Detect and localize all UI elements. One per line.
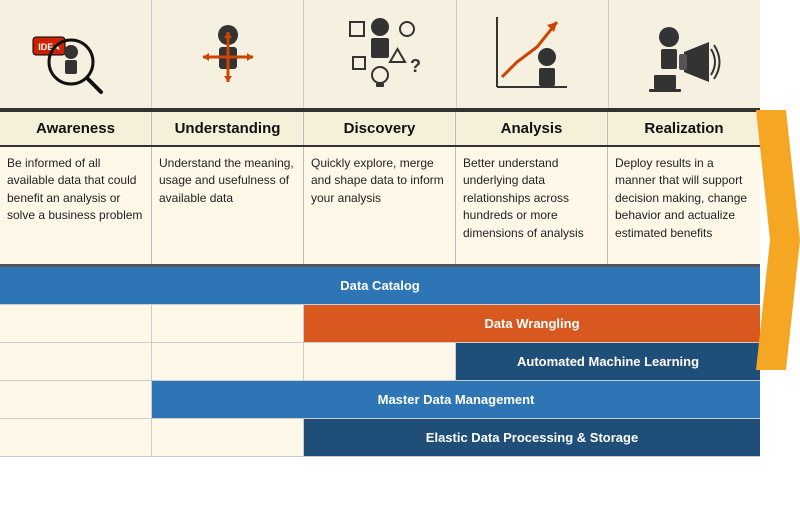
elastic-data-bar: Elastic Data Processing & Storage [304, 419, 760, 456]
header-realization: Realization [608, 112, 760, 145]
description-row: Be informed of all available data that c… [0, 147, 760, 267]
header-awareness: Awareness [0, 112, 152, 145]
bars-section: Data Catalog Data Wrangling Automated Ma… [0, 267, 760, 457]
auto-ml-bar: Automated Machine Learning [456, 343, 760, 380]
data-catalog-bar: Data Catalog [0, 267, 760, 304]
master-data-bar: Master Data Management [152, 381, 760, 418]
main-container: IDEA [0, 0, 800, 457]
realization-icon-cell [609, 0, 760, 108]
data-wrangling-row: Data Wrangling [0, 305, 760, 343]
header-discovery: Discovery [304, 112, 456, 145]
analysis-icon-cell [457, 0, 609, 108]
progress-arrow [756, 110, 800, 370]
desc-awareness: Be informed of all available data that c… [0, 147, 152, 264]
auto-ml-row: Automated Machine Learning [0, 343, 760, 381]
desc-discovery: Quickly explore, merge and shape data to… [304, 147, 456, 264]
header-row: Awareness Understanding Discovery Analys… [0, 110, 760, 147]
data-wrangling-bar: Data Wrangling [304, 305, 760, 342]
empty-discovery-ml [304, 343, 456, 380]
awareness-icon-cell: IDEA [0, 0, 152, 108]
empty-awareness-dw [0, 305, 152, 342]
header-analysis: Analysis [456, 112, 608, 145]
discovery-icon-cell: ? [304, 0, 456, 108]
desc-analysis: Better understand underlying data relati… [456, 147, 608, 264]
desc-understanding: Understand the meaning, usage and useful… [152, 147, 304, 264]
desc-realization: Deploy results in a manner that will sup… [608, 147, 760, 264]
header-understanding: Understanding [152, 112, 304, 145]
empty-awareness-mdm [0, 381, 152, 418]
understanding-icon-cell [152, 0, 304, 108]
empty-understanding-dw [152, 305, 304, 342]
elastic-data-row: Elastic Data Processing & Storage [0, 419, 760, 457]
image-strip: IDEA [0, 0, 760, 110]
master-data-row: Master Data Management [0, 381, 760, 419]
data-catalog-row: Data Catalog [0, 267, 760, 305]
empty-awareness-edp [0, 419, 152, 456]
empty-awareness-ml [0, 343, 152, 380]
empty-understanding-edp [152, 419, 304, 456]
empty-understanding-ml [152, 343, 304, 380]
svg-text:?: ? [410, 56, 421, 76]
